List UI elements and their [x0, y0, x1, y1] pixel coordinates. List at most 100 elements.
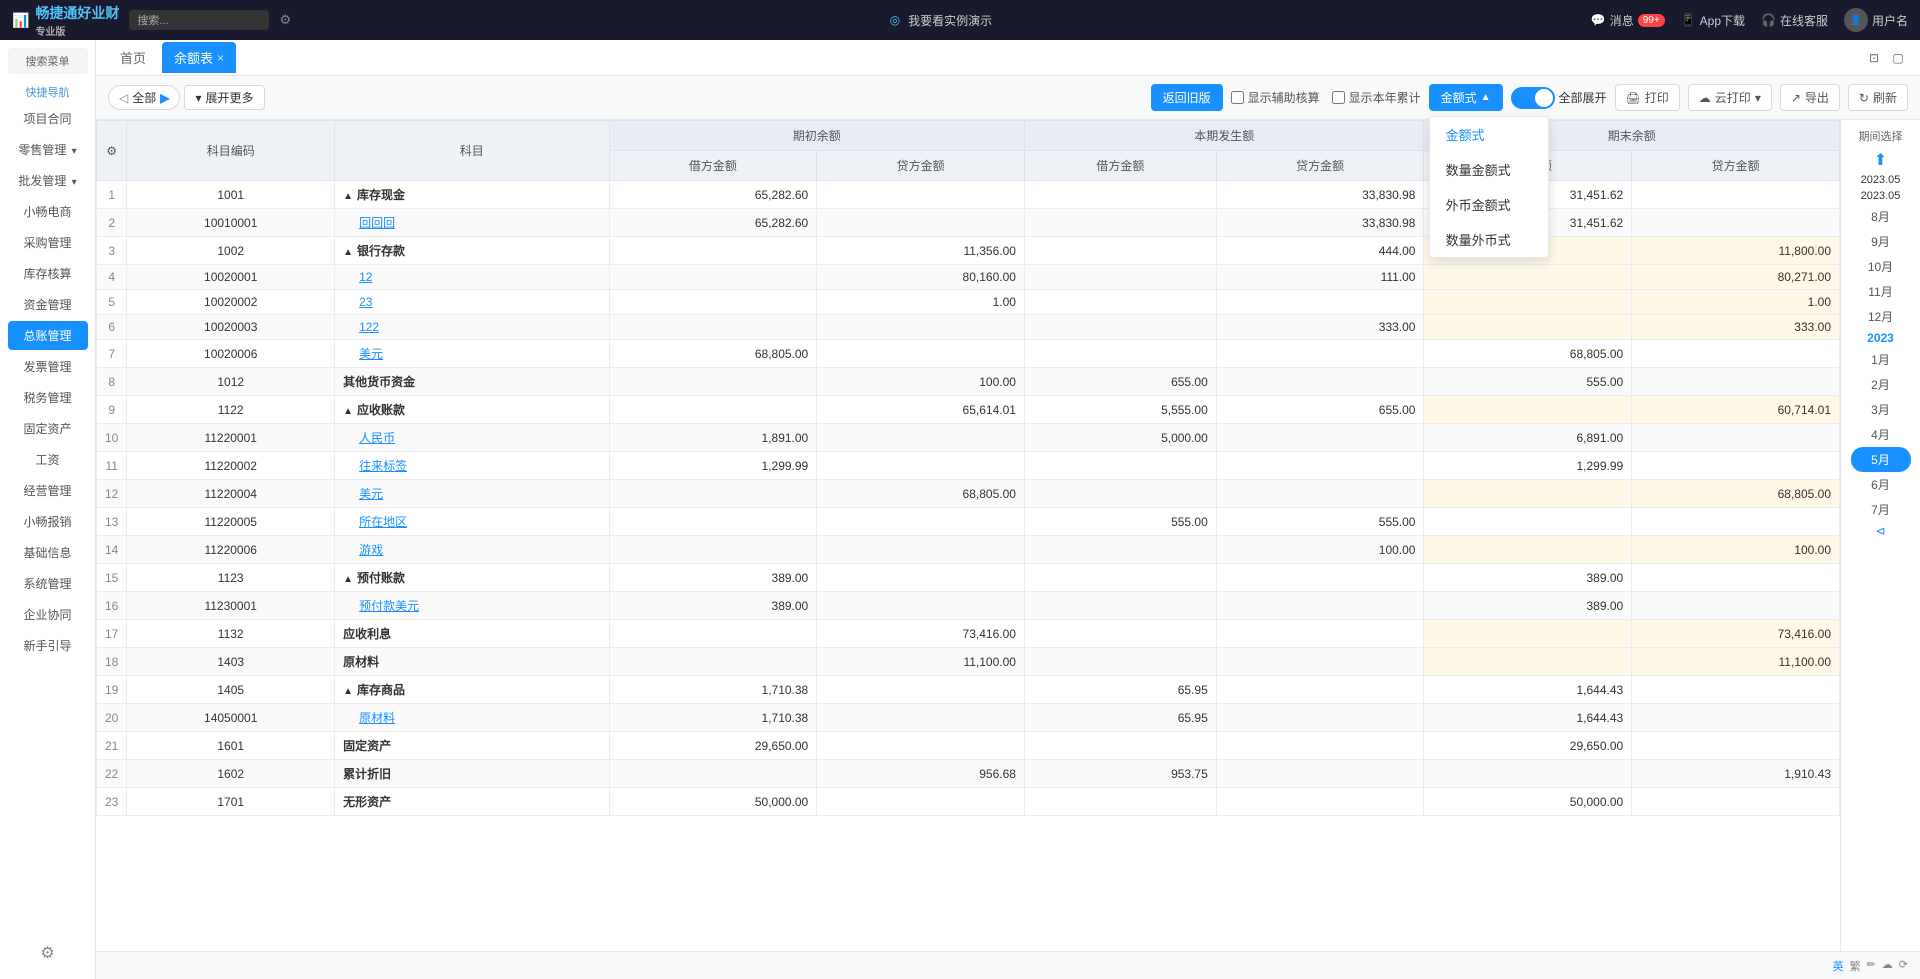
app-download-btn[interactable]: 📱 App下载 — [1681, 12, 1745, 29]
refresh-btn[interactable]: ↻ 刷新 — [1848, 84, 1908, 111]
sidebar-quick-nav[interactable]: 快捷导航 — [8, 80, 88, 104]
export-btn[interactable]: ↗ 导出 — [1780, 84, 1840, 111]
row-name[interactable]: 原材料 — [335, 648, 609, 676]
sidebar-item-guide[interactable]: 新手引导 — [8, 631, 88, 660]
period-month-item[interactable]: 2023 — [1851, 329, 1911, 347]
period-month-item[interactable]: 1月 — [1851, 347, 1911, 372]
show-assist-label[interactable]: 显示辅助核算 — [1231, 89, 1320, 106]
row-name[interactable]: 所在地区 — [335, 508, 609, 536]
period-month-item[interactable]: 6月 — [1851, 472, 1911, 497]
row-name[interactable]: 23 — [335, 290, 609, 315]
print-btn[interactable]: 🖨 打印 — [1615, 84, 1680, 111]
sidebar-item-assets[interactable]: 固定资产 — [8, 414, 88, 443]
sidebar-item-ledger[interactable]: 总账管理 — [8, 321, 88, 350]
row-name[interactable]: 其他货币资金 — [335, 368, 609, 396]
translate-btn[interactable]: 英 — [1833, 958, 1844, 974]
row-cur-credit — [1216, 676, 1424, 704]
tab-balance[interactable]: 余额表 × — [162, 42, 236, 73]
period-collapse-btn[interactable]: ⊲ — [1873, 522, 1887, 540]
row-name[interactable]: 固定资产 — [335, 732, 609, 760]
message-btn[interactable]: 💬 消息 99+ — [1591, 12, 1665, 29]
row-code: 10020002 — [127, 290, 335, 315]
expand-more-btn[interactable]: ▾ 展开更多 — [184, 85, 264, 110]
row-name[interactable]: 人民币 — [335, 424, 609, 452]
jine-style-btn[interactable]: 金额式 ▲ — [1429, 84, 1503, 111]
row-name[interactable]: ▲库存现金 — [335, 181, 609, 209]
period-month-item[interactable]: 2月 — [1851, 372, 1911, 397]
row-name[interactable]: 游戏 — [335, 536, 609, 564]
row-name[interactable]: 美元 — [335, 480, 609, 508]
row-name[interactable]: 累计折旧 — [335, 760, 609, 788]
edit-icon[interactable]: ✏ — [1867, 958, 1876, 974]
sidebar-item-ecommerce[interactable]: 小畅电商 — [8, 197, 88, 226]
row-name[interactable]: 回回回 — [335, 209, 609, 237]
dropdown-item-jine[interactable]: 金额式 — [1430, 117, 1548, 152]
sidebar-item-project[interactable]: 项目合同 — [8, 104, 88, 133]
settings-icon[interactable]: ⚙ — [279, 12, 291, 28]
tab-home[interactable]: 首页 — [108, 42, 158, 73]
sidebar-item-operations[interactable]: 经营管理 — [8, 476, 88, 505]
app-title-group: 畅捷通好业财 专业版 — [35, 3, 119, 38]
row-name[interactable]: ▲银行存款 — [335, 237, 609, 265]
row-name[interactable]: 122 — [335, 315, 609, 340]
period-month-item[interactable]: 11月 — [1851, 279, 1911, 304]
show-year-label[interactable]: 显示本年累计 — [1332, 89, 1421, 106]
sidebar-item-inventory[interactable]: 库存核算 — [8, 259, 88, 288]
period-month-item[interactable]: 5月 — [1851, 447, 1911, 472]
sync-icon[interactable]: ⟳ — [1899, 958, 1908, 974]
period-month-item[interactable]: 7月 — [1851, 497, 1911, 522]
sidebar-item-invoice[interactable]: 发票管理 — [8, 352, 88, 381]
sidebar-item-payroll[interactable]: 工资 — [8, 445, 88, 474]
row-name[interactable]: 应收利息 — [335, 620, 609, 648]
dropdown-item-quantity-foreign[interactable]: 数量外币式 — [1430, 222, 1548, 257]
sidebar-item-system[interactable]: 系统管理 — [8, 569, 88, 598]
all-expand-switch[interactable] — [1511, 87, 1555, 109]
row-name[interactable]: 美元 — [335, 340, 609, 368]
sidebar-item-expense[interactable]: 小畅报销 — [8, 507, 88, 536]
sidebar-item-purchase[interactable]: 采购管理 — [8, 228, 88, 257]
period-nav-up[interactable]: ⬆ — [1872, 148, 1889, 172]
period-month-item[interactable]: 3月 — [1851, 397, 1911, 422]
row-name[interactable]: ▲应收账款 — [335, 396, 609, 424]
row-name[interactable]: 原材料 — [335, 704, 609, 732]
sidebar-item-tax[interactable]: 税务管理 — [8, 383, 88, 412]
row-ob-credit — [817, 209, 1025, 237]
sidebar-item-basic[interactable]: 基础信息 — [8, 538, 88, 567]
row-cur-debit: 655.00 — [1024, 368, 1216, 396]
period-month-item[interactable]: 8月 — [1851, 204, 1911, 229]
row-name[interactable]: 预付款美元 — [335, 592, 609, 620]
demo-link[interactable]: ◎ 我要看实例演示 — [890, 12, 993, 29]
period-month-item[interactable]: 12月 — [1851, 304, 1911, 329]
show-year-checkbox[interactable] — [1332, 91, 1345, 104]
row-name[interactable]: 12 — [335, 265, 609, 290]
row-cb-credit: 68,805.00 — [1632, 480, 1840, 508]
sidebar-item-collab[interactable]: 企业协同 — [8, 600, 88, 629]
sidebar-gear-icon[interactable]: ⚙ — [32, 935, 62, 971]
period-month-item[interactable]: 10月 — [1851, 254, 1911, 279]
sidebar-item-retail[interactable]: 零售管理 ▾ — [8, 135, 88, 164]
row-name[interactable]: ▲预付账款 — [335, 564, 609, 592]
cloud-print-btn[interactable]: ☁ 云打印 ▾ — [1688, 84, 1772, 111]
period-month-item[interactable]: 4月 — [1851, 422, 1911, 447]
search-bar[interactable]: 搜索... — [129, 10, 269, 30]
show-assist-checkbox[interactable] — [1231, 91, 1244, 104]
row-name[interactable]: 无形资产 — [335, 788, 609, 816]
return-old-btn[interactable]: 返回旧版 — [1151, 84, 1223, 111]
sidebar-item-wholesale[interactable]: 批发管理 ▾ — [8, 166, 88, 195]
period-month-item[interactable]: 9月 — [1851, 229, 1911, 254]
filter-all-btn[interactable]: ◁ 全部 ▶ — [108, 85, 180, 110]
dropdown-item-foreign-jine[interactable]: 外币金额式 — [1430, 187, 1548, 222]
tab-close-icon[interactable]: × — [217, 51, 224, 65]
cloud-save-icon[interactable]: ☁ — [1882, 958, 1893, 974]
sidebar-search[interactable]: 搜索菜单 — [8, 48, 88, 74]
lang-btn[interactable]: 繁 — [1850, 958, 1861, 974]
row-name[interactable]: 往来标签 — [335, 452, 609, 480]
dropdown-item-quantity-jine[interactable]: 数量金额式 — [1430, 152, 1548, 187]
sidebar: 搜索菜单 快捷导航 项目合同 零售管理 ▾ 批发管理 ▾ 小畅电商 采购管理 库… — [0, 40, 96, 979]
user-avatar[interactable]: 👤 用户名 — [1844, 8, 1908, 32]
row-name[interactable]: ▲库存商品 — [335, 676, 609, 704]
window-restore-btn[interactable]: ⊡ — [1864, 48, 1884, 68]
sidebar-item-capital[interactable]: 资金管理 — [8, 290, 88, 319]
window-maximize-btn[interactable]: ▢ — [1888, 48, 1908, 68]
online-service-btn[interactable]: 🎧 在线客服 — [1761, 12, 1828, 29]
